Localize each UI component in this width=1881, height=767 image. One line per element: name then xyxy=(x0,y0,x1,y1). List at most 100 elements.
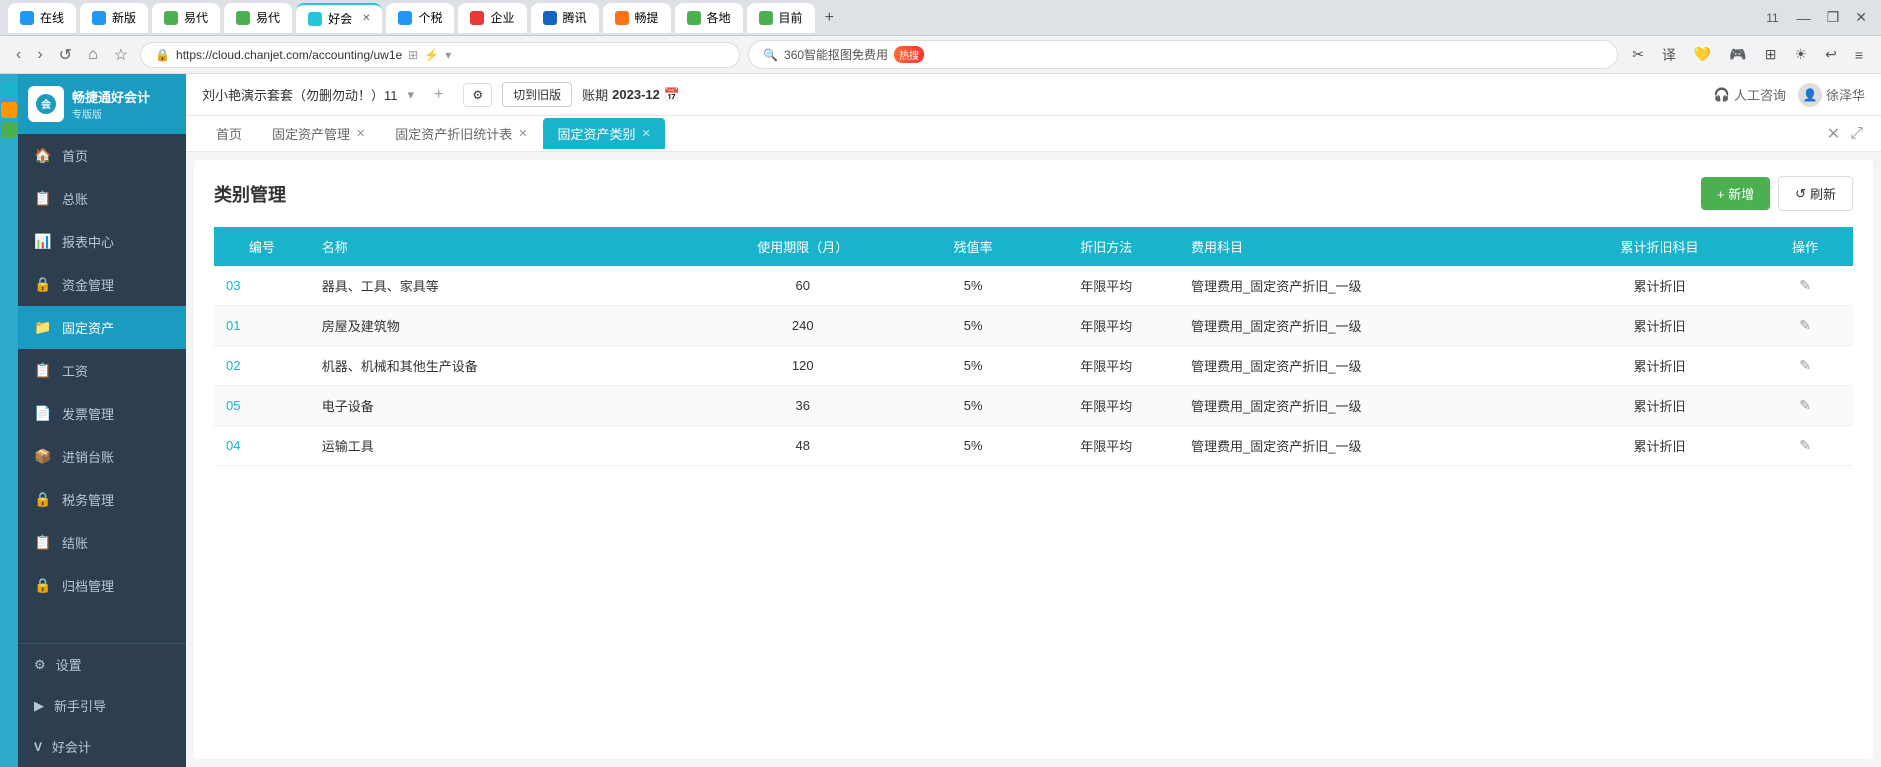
browser-tab-3[interactable]: 易代 xyxy=(152,3,220,33)
add-button[interactable]: + 新增 xyxy=(1701,177,1770,210)
cell-residual-1: 5% xyxy=(913,306,1034,346)
sidebar-item-tax[interactable]: 🔒 税务管理 xyxy=(18,478,186,521)
cell-method-0: 年限平均 xyxy=(1033,266,1179,306)
sidebar-item-settings[interactable]: ⚙ 设置 xyxy=(18,644,186,685)
browser-restore[interactable]: ❐ xyxy=(1821,5,1846,30)
reload-button[interactable]: ↺ xyxy=(55,41,76,69)
service-button[interactable]: 🎧 人工咨询 xyxy=(1714,85,1786,104)
page-tab-depreciation[interactable]: 固定资产折旧统计表 ✕ xyxy=(381,118,541,149)
user-dropdown-icon[interactable]: ▾ xyxy=(408,87,415,103)
tabs-close-button[interactable]: ✕ xyxy=(1825,122,1842,146)
url-dropdown-icon[interactable]: ▾ xyxy=(445,48,451,62)
calendar-icon[interactable]: 📅 xyxy=(664,87,680,103)
browser-tab-11[interactable]: 目前 xyxy=(747,3,815,33)
refresh-icon: ↺ xyxy=(1795,186,1806,202)
cell-action-0[interactable]: ✎ xyxy=(1757,266,1853,306)
top-bar-right: 🎧 人工咨询 👤 徐泽华 xyxy=(1714,83,1865,107)
cell-expense-2: 管理费用_固定资产折旧_一级 xyxy=(1179,346,1562,386)
sidebar-item-guide[interactable]: ▶ 新手引导 xyxy=(18,685,186,726)
browser-tab-8[interactable]: 腾讯 xyxy=(531,3,599,33)
icon-sidebar-top[interactable] xyxy=(1,82,17,98)
forward-button[interactable]: › xyxy=(33,42,46,68)
browser-tab-5-close[interactable]: ✕ xyxy=(362,13,370,24)
browser-minimize[interactable]: — xyxy=(1791,6,1817,30)
back-button[interactable]: ‹ xyxy=(12,42,25,68)
page-tab-category-close[interactable]: ✕ xyxy=(642,127,651,140)
table-body: 03 器具、工具、家具等 60 5% 年限平均 管理费用_固定资产折旧_一级 累… xyxy=(214,266,1853,466)
browser-tab-6[interactable]: 个税 xyxy=(386,3,454,33)
home-button[interactable]: ⌂ xyxy=(84,42,102,68)
browser-close[interactable]: ✕ xyxy=(1849,5,1873,30)
sidebar-item-inventory[interactable]: 📦 进销台账 xyxy=(18,435,186,478)
cell-action-3[interactable]: ✎ xyxy=(1757,386,1853,426)
period-info: 账期 2023-12 📅 xyxy=(582,85,680,104)
sidebar-item-payroll[interactable]: 📋 工资 xyxy=(18,349,186,392)
page-tab-category[interactable]: 固定资产类别 ✕ xyxy=(543,118,664,149)
icon-sidebar xyxy=(0,74,18,767)
settings-gear-button[interactable]: ⚙ xyxy=(463,83,492,107)
col-header-expense: 费用科目 xyxy=(1179,227,1562,266)
page-tab-asset-mgmt[interactable]: 固定资产管理 ✕ xyxy=(258,118,379,149)
sidebar-logo-text: 畅捷通好会计 专版版 xyxy=(72,87,150,121)
refresh-button[interactable]: ↺ 刷新 xyxy=(1778,176,1853,211)
browser-tab-4[interactable]: 易代 xyxy=(224,3,292,33)
new-tab-button[interactable]: + xyxy=(819,7,840,29)
page-tab-asset-mgmt-close[interactable]: ✕ xyxy=(356,127,365,140)
sidebar-item-fund[interactable]: 🔒 资金管理 xyxy=(18,263,186,306)
translate-icon[interactable]: 译 xyxy=(1656,41,1682,69)
sidebar-item-close[interactable]: 📋 结账 xyxy=(18,521,186,564)
top-bar-left: 刘小艳演示套套（勿删勿动！）11 ▾ + ⚙ 切到旧版 账期 2023-12 📅 xyxy=(202,82,680,108)
cell-accum-3: 累计折旧 xyxy=(1562,386,1757,426)
page-tab-depreciation-close[interactable]: ✕ xyxy=(518,127,527,140)
add-company-button[interactable]: + xyxy=(424,82,453,108)
sidebar-item-asset[interactable]: 📁 固定资产 xyxy=(18,306,186,349)
cell-action-1[interactable]: ✎ xyxy=(1757,306,1853,346)
sidebar-nav: 🏠 首页 📋 总账 📊 报表中心 🔒 资金管理 📁 固定资产 📋 工资 xyxy=(18,134,186,643)
browser-tab-10[interactable]: 各地 xyxy=(675,3,743,33)
browser-tab-1[interactable]: 在线 xyxy=(8,3,76,33)
user-name-button[interactable]: 👤 徐泽华 xyxy=(1798,83,1865,107)
cell-name-1: 房屋及建筑物 xyxy=(310,306,693,346)
search-bar[interactable]: 🔍 360智能抠图免费用 热搜 xyxy=(748,40,1618,69)
cell-residual-4: 5% xyxy=(913,426,1034,466)
sidebar-item-archive[interactable]: 🔒 归档管理 xyxy=(18,564,186,607)
sidebar-item-ledger[interactable]: 📋 总账 xyxy=(18,177,186,220)
grid-icon[interactable]: ⊞ xyxy=(1759,42,1783,67)
bookmark-button[interactable]: ☆ xyxy=(110,41,132,69)
sidebar-item-invoice[interactable]: 📄 发票管理 xyxy=(18,392,186,435)
browser-tab-5[interactable]: 好会 ✕ xyxy=(296,3,382,33)
edit-button-1[interactable]: ✎ xyxy=(1793,315,1817,335)
cell-residual-3: 5% xyxy=(913,386,1034,426)
edit-button-4[interactable]: ✎ xyxy=(1793,435,1817,455)
cut-icon[interactable]: ✂ xyxy=(1626,42,1650,67)
browser-tab-9[interactable]: 畅提 xyxy=(603,3,671,33)
sidebar-item-more[interactable]: V 好会计 xyxy=(18,726,186,767)
switch-version-button[interactable]: 切到旧版 xyxy=(502,82,572,107)
browser-tab-2[interactable]: 新版 xyxy=(80,3,148,33)
col-header-residual: 残值率 xyxy=(913,227,1034,266)
sidebar-item-report[interactable]: 📊 报表中心 xyxy=(18,220,186,263)
col-header-code: 编号 xyxy=(214,227,310,266)
page-tab-home[interactable]: 首页 xyxy=(202,118,256,149)
cell-action-2[interactable]: ✎ xyxy=(1757,346,1853,386)
tabs-expand-button[interactable]: ⤢ xyxy=(1848,122,1865,146)
url-expand-icon: ⊞ xyxy=(408,48,418,62)
menu-icon[interactable]: ≡ xyxy=(1849,43,1869,67)
browser-tab-7[interactable]: 企业 xyxy=(458,3,526,33)
url-bar[interactable]: 🔒 https://cloud.chanjet.com/accounting/u… xyxy=(140,42,740,68)
game-icon[interactable]: 🎮 xyxy=(1723,42,1752,67)
cell-action-4[interactable]: ✎ xyxy=(1757,426,1853,466)
cell-expense-1: 管理费用_固定资产折旧_一级 xyxy=(1179,306,1562,346)
icon-sidebar-mid[interactable] xyxy=(1,102,17,118)
edit-button-2[interactable]: ✎ xyxy=(1793,355,1817,375)
icon-sidebar-bot[interactable] xyxy=(1,122,17,138)
edit-button-3[interactable]: ✎ xyxy=(1793,395,1817,415)
payroll-icon: 📋 xyxy=(34,362,52,380)
edit-button-0[interactable]: ✎ xyxy=(1793,275,1817,295)
sidebar-item-home[interactable]: 🏠 首页 xyxy=(18,134,186,177)
sidebar-logo: 会 畅捷通好会计 专版版 xyxy=(18,74,186,134)
brightness-icon[interactable]: ☀ xyxy=(1789,42,1814,67)
undo-icon[interactable]: ↩ xyxy=(1819,42,1843,67)
page-title: 类别管理 xyxy=(214,181,286,207)
wallet-icon[interactable]: 💛 xyxy=(1688,42,1717,67)
